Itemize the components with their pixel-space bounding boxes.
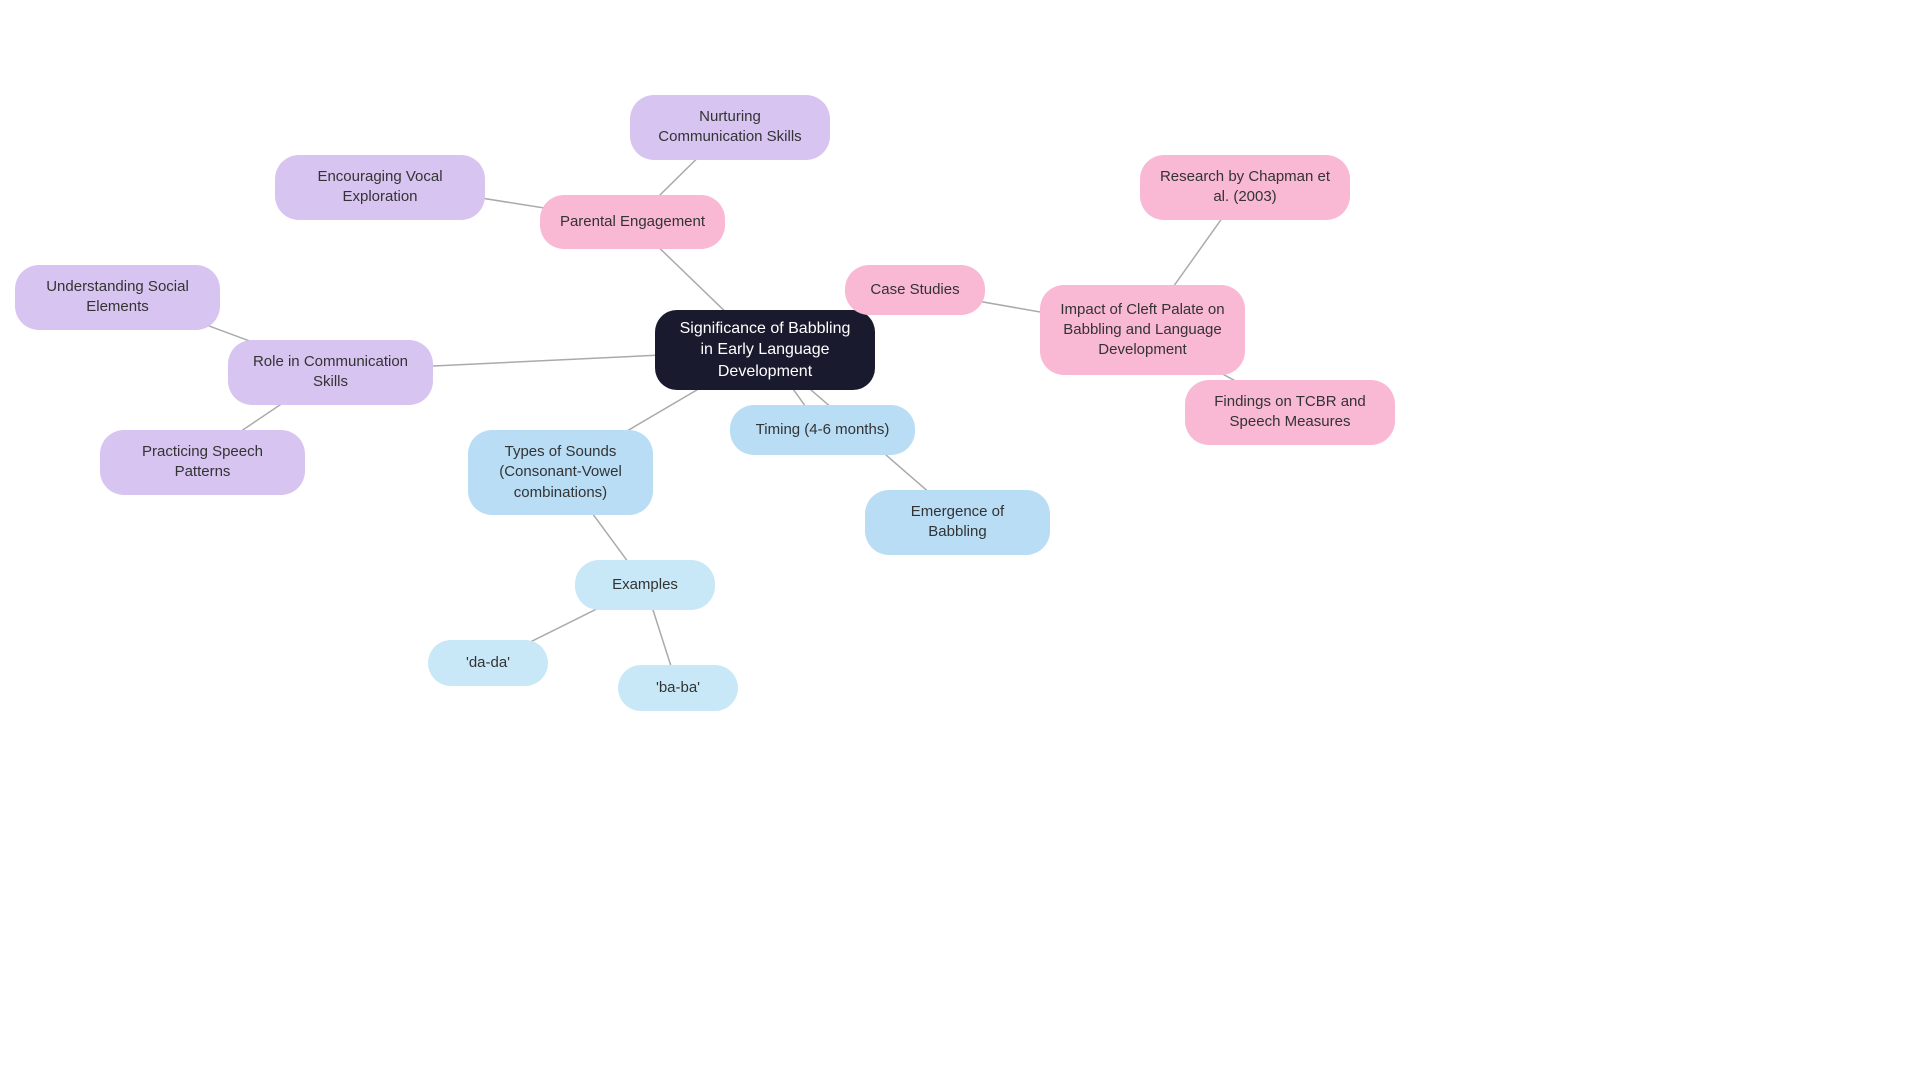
mindmap-node-nurturing[interactable]: Nurturing Communication Skills xyxy=(630,95,830,160)
mindmap-node-case[interactable]: Case Studies xyxy=(845,265,985,315)
mindmap-node-dada[interactable]: 'da-da' xyxy=(428,640,548,686)
mindmap-node-center[interactable]: Significance of Babbling in Early Langua… xyxy=(655,310,875,390)
mindmap-node-impact[interactable]: Impact of Cleft Palate on Babbling and L… xyxy=(1040,285,1245,375)
mindmap-container: Significance of Babbling in Early Langua… xyxy=(0,0,1920,1083)
mindmap-node-social[interactable]: Understanding Social Elements xyxy=(15,265,220,330)
mindmap-node-baba[interactable]: 'ba-ba' xyxy=(618,665,738,711)
mindmap-node-timing[interactable]: Timing (4-6 months) xyxy=(730,405,915,455)
mindmap-node-vocal[interactable]: Encouraging Vocal Exploration xyxy=(275,155,485,220)
mindmap-node-parental[interactable]: Parental Engagement xyxy=(540,195,725,249)
mindmap-node-emergence[interactable]: Emergence of Babbling xyxy=(865,490,1050,555)
mindmap-node-role[interactable]: Role in Communication Skills xyxy=(228,340,433,405)
mindmap-node-research[interactable]: Research by Chapman et al. (2003) xyxy=(1140,155,1350,220)
mindmap-node-speech[interactable]: Practicing Speech Patterns xyxy=(100,430,305,495)
mindmap-node-findings[interactable]: Findings on TCBR and Speech Measures xyxy=(1185,380,1395,445)
mindmap-node-examples[interactable]: Examples xyxy=(575,560,715,610)
mindmap-node-types[interactable]: Types of Sounds (Consonant-Vowel combina… xyxy=(468,430,653,515)
